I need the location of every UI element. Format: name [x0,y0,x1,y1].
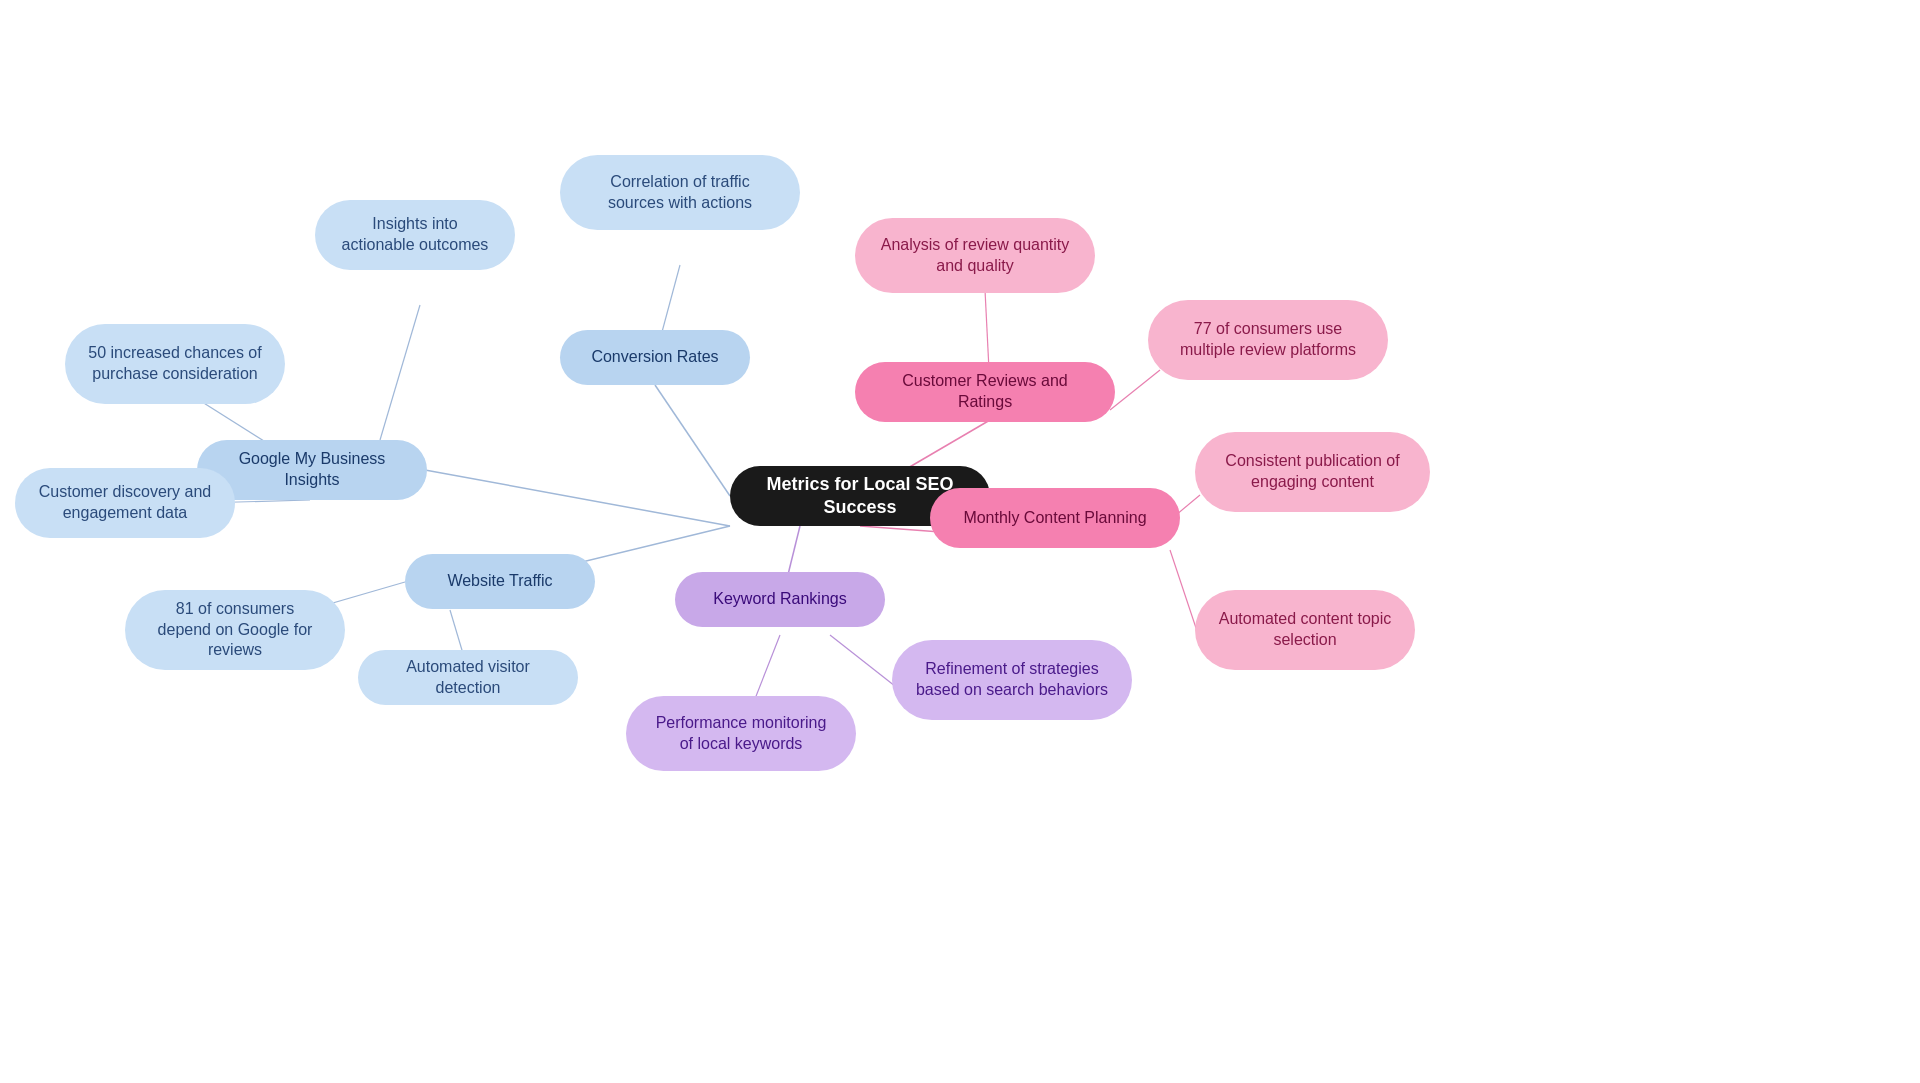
node-website-traffic-label: Website Traffic [447,571,552,592]
node-automated-visitor-label: Automated visitor detection [380,657,556,699]
node-refinement-strategies: Refinement of strategies based on search… [892,640,1132,720]
node-seventy-seven: 77 of consumers use multiple review plat… [1148,300,1388,380]
node-correlation-traffic: Correlation of traffic sources with acti… [560,155,800,230]
node-conversion-rates-label: Conversion Rates [591,347,718,368]
svg-line-1 [655,385,730,496]
node-analysis-review-label: Analysis of review quantity and quality [877,235,1073,277]
node-insights-actionable-label: Insights into actionable outcomes [337,214,493,256]
node-automated-visitor: Automated visitor detection [358,650,578,705]
svg-line-17 [830,635,900,690]
svg-line-7 [380,305,420,440]
node-google-my-business-label: Google My Business Insights [219,449,405,491]
node-website-traffic: Website Traffic [405,554,595,609]
node-monthly-content: Monthly Content Planning [930,488,1180,548]
node-eighty-one-consumers: 81 of consumers depend on Google for rev… [125,590,345,670]
node-customer-discovery: Customer discovery and engagement data [15,468,235,538]
node-customer-reviews-label: Customer Reviews and Ratings [877,371,1093,413]
node-consistent-publication-label: Consistent publication of engaging conte… [1217,451,1408,493]
node-performance-monitoring: Performance monitoring of local keywords [626,696,856,771]
node-analysis-review: Analysis of review quantity and quality [855,218,1095,293]
node-monthly-content-label: Monthly Content Planning [963,508,1146,529]
node-performance-monitoring-label: Performance monitoring of local keywords [648,713,834,755]
node-automated-content: Automated content topic selection [1195,590,1415,670]
svg-line-0 [425,470,730,526]
node-consistent-publication: Consistent publication of engaging conte… [1195,432,1430,512]
node-eighty-one-consumers-label: 81 of consumers depend on Google for rev… [147,599,323,661]
node-fifty-increased-label: 50 increased chances of purchase conside… [87,343,263,385]
node-customer-discovery-label: Customer discovery and engagement data [37,482,213,524]
node-insights-actionable: Insights into actionable outcomes [315,200,515,270]
node-seventy-seven-label: 77 of consumers use multiple review plat… [1170,319,1366,361]
node-keyword-rankings-label: Keyword Rankings [713,589,846,610]
node-refinement-strategies-label: Refinement of strategies based on search… [914,659,1110,701]
node-fifty-increased: 50 increased chances of purchase conside… [65,324,285,404]
svg-line-13 [1110,370,1160,410]
node-correlation-traffic-label: Correlation of traffic sources with acti… [582,172,778,214]
node-automated-content-label: Automated content topic selection [1217,609,1393,651]
node-keyword-rankings: Keyword Rankings [675,572,885,627]
node-customer-reviews: Customer Reviews and Ratings [855,362,1115,422]
node-conversion-rates: Conversion Rates [560,330,750,385]
